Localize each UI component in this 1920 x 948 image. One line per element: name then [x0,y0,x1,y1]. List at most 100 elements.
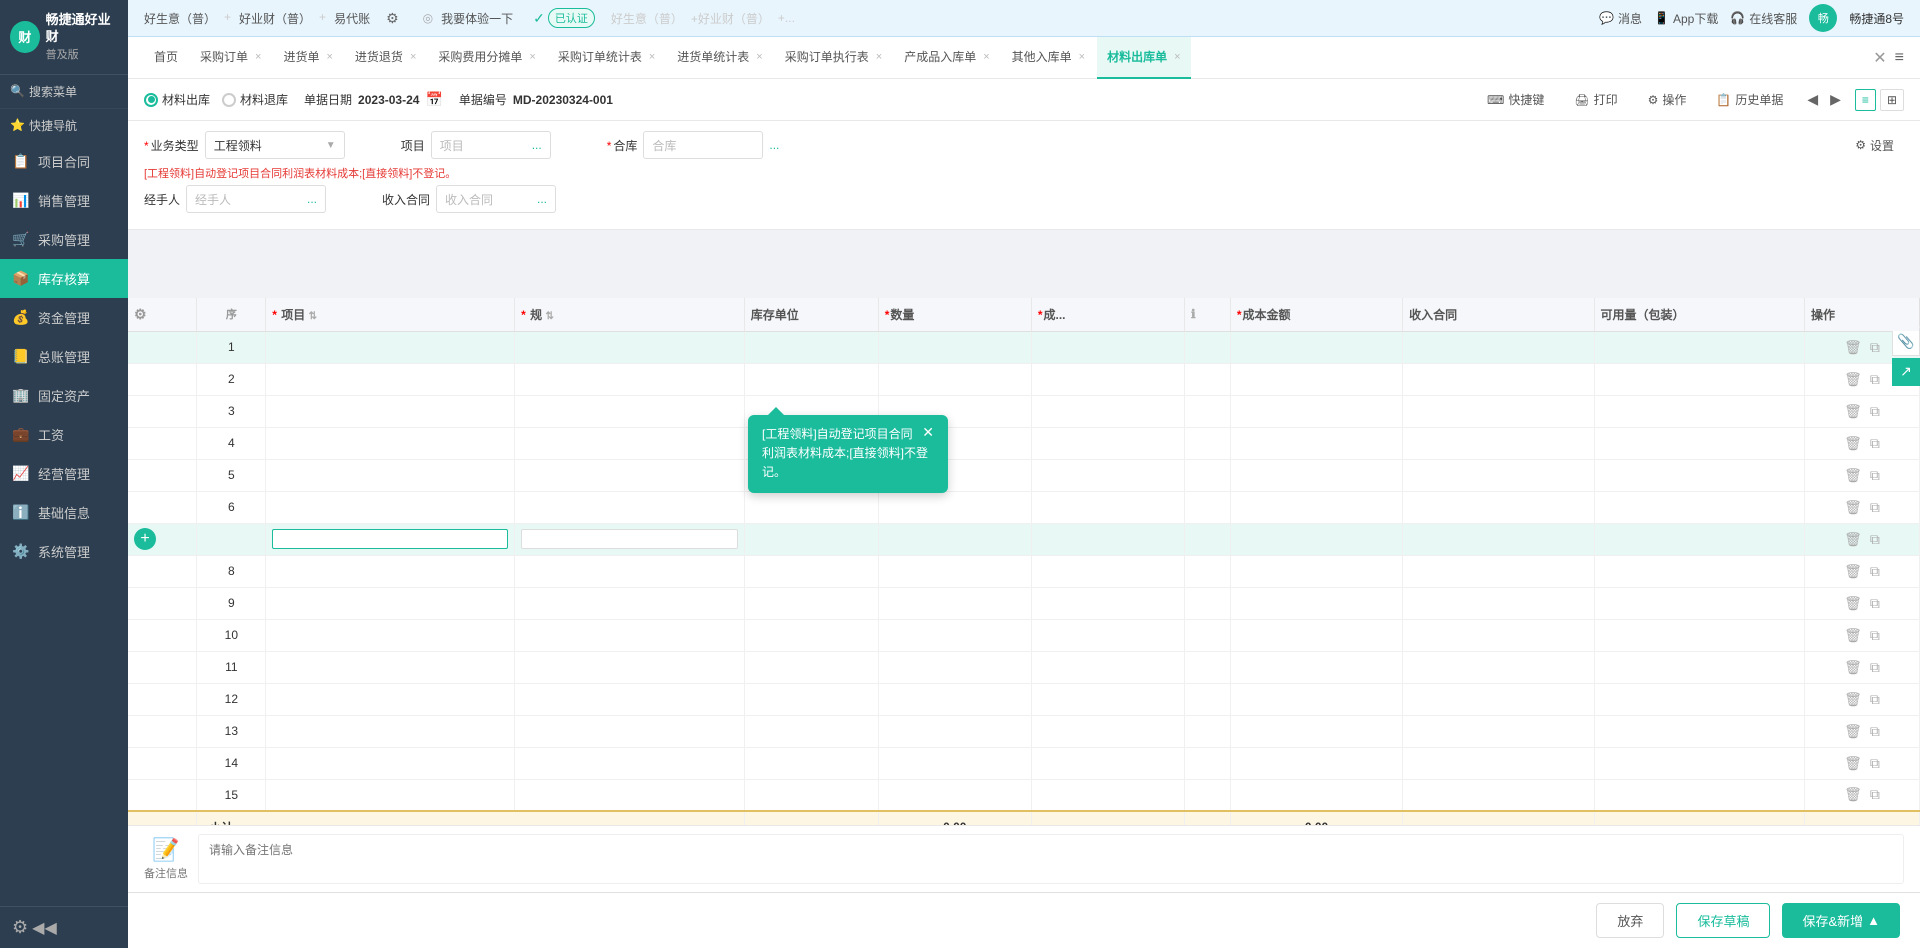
tab-close[interactable]: × [326,51,332,63]
settings-gear-icon[interactable]: ⚙ [386,10,399,27]
sidebar-item-ledger[interactable]: 📒 总账管理 [0,337,128,376]
delete-row-icon[interactable]: 🗑 [1842,401,1864,422]
tab-purchase-expense[interactable]: 采购费用分摊单× [428,37,545,79]
add-spec-cell[interactable] [515,523,745,555]
tab-close[interactable]: × [1174,51,1180,63]
tab-other-inbound[interactable]: 其他入库单× [1002,37,1095,79]
delete-row-icon[interactable]: 🗑 [1842,625,1864,646]
warehouse-link[interactable]: ... [769,138,779,152]
shortcut-btn[interactable]: ⌨ 快捷键 [1477,87,1554,112]
tab-close[interactable]: × [649,51,655,63]
col-item[interactable]: * 项目 ⇅ [266,298,515,332]
add-row-btn[interactable]: + [134,528,156,550]
info-icon[interactable]: ℹ [1191,307,1196,321]
tab-purchase-order[interactable]: 采购订单× [190,37,271,79]
side-icon-attach[interactable]: 📎 [1892,328,1920,356]
row-item[interactable] [266,331,515,363]
tab-inbound-stats[interactable]: 进货单统计表× [667,37,772,79]
next-arrow[interactable]: ▶ [1826,89,1845,110]
delete-row-icon[interactable]: 🗑 [1842,337,1864,358]
tab-inbound[interactable]: 进货单× [273,37,342,79]
tab-close[interactable]: × [255,51,261,63]
radio-material-return[interactable]: 材料退库 [222,91,288,108]
online-service-btn[interactable]: 🎧 在线客服 [1730,10,1797,27]
spec-input[interactable] [521,340,738,354]
add-item-cell[interactable] [266,523,515,555]
sidebar-item-system[interactable]: ⚙️ 系统管理 [0,532,128,571]
tab-close[interactable]: × [756,51,762,63]
row-spec[interactable] [515,331,745,363]
delete-row-icon[interactable]: 🗑 [1842,369,1864,390]
print-btn[interactable]: 🖨 打印 [1564,87,1627,112]
view-grid-btn[interactable]: ⊞ [1880,89,1904,111]
prev-arrow[interactable]: ◀ [1803,89,1822,110]
view-list-btn[interactable]: ≡ [1855,89,1876,111]
delete-row-icon[interactable]: 🗑 [1842,721,1864,742]
copy-row-icon[interactable]: ⧉ [1868,561,1882,582]
copy-row-icon[interactable]: ⧉ [1868,593,1882,614]
tab-close[interactable]: × [410,51,416,63]
copy-row-icon[interactable]: ⧉ [1868,625,1882,646]
copy-row-icon[interactable]: ⧉ [1868,337,1882,358]
tooltip-close-btn[interactable]: ✕ [922,425,934,439]
delete-row-icon[interactable]: 🗑 [1842,593,1864,614]
copy-row-icon[interactable]: ⧉ [1868,369,1882,390]
tab-inbound-return[interactable]: 进货退货× [345,37,426,79]
tab-material-outbound[interactable]: 材料出库单 × [1097,37,1190,79]
add-item-input[interactable] [272,529,508,549]
copy-row-icon[interactable]: ⧉ [1868,784,1882,805]
copy-row-icon[interactable]: ⧉ [1868,529,1882,550]
ann-tab-business[interactable]: 好生意（普） [144,10,216,27]
side-icon-export[interactable]: ↗ [1892,358,1920,386]
delete-row-icon[interactable]: 🗑 [1842,689,1864,710]
delete-row-icon[interactable]: 🗑 [1842,497,1864,518]
sidebar-item-inventory[interactable]: 📦 库存核算 [0,259,128,298]
ann-tab-agency[interactable]: 易代账 [334,10,370,27]
sidebar-item-baseinfo[interactable]: ℹ️ 基础信息 [0,493,128,532]
delete-row-icon[interactable]: 🗑 [1842,784,1864,805]
notes-input[interactable] [198,834,1904,884]
tab-purchase-stats[interactable]: 采购订单统计表× [548,37,665,79]
form-settings-btn[interactable]: ⚙ 设置 [1845,133,1904,158]
settings-icon[interactable]: ⚙ [12,917,28,938]
tab-finished-goods[interactable]: 产成品入库单× [894,37,999,79]
copy-row-icon[interactable]: ⧉ [1868,497,1882,518]
user-avatar[interactable]: 畅 [1809,4,1837,32]
delete-row-icon[interactable]: 🗑 [1842,561,1864,582]
discard-btn[interactable]: 放弃 [1596,903,1664,938]
copy-row-icon[interactable]: ⧉ [1868,401,1882,422]
copy-row-icon[interactable]: ⧉ [1868,433,1882,454]
delete-row-icon[interactable]: 🗑 [1842,465,1864,486]
radio-material-out[interactable]: 材料出库 [144,91,210,108]
sort-icon[interactable]: ⇅ [309,311,317,322]
message-btn[interactable]: 💬 消息 [1599,10,1642,27]
income-contract-select[interactable]: 收入合同 ... [436,185,556,213]
tab-purchase-exec[interactable]: 采购订单执行表× [775,37,892,79]
history-btn[interactable]: 📋 历史单据 [1706,87,1793,112]
col-spec[interactable]: * 规 ⇅ [515,298,745,332]
table-gear-icon[interactable]: ⚙ [134,306,147,322]
add-spec-input[interactable] [521,529,738,549]
save-new-btn[interactable]: 保存&新增 ▲ [1782,903,1900,938]
handler-select[interactable]: 经手人 ... [186,185,326,213]
tab-close[interactable]: × [529,51,535,63]
sidebar-item-purchase[interactable]: 🛒 采购管理 [0,220,128,259]
search-menu[interactable]: 🔍 搜索菜单 [0,75,128,109]
ann-tab-finance[interactable]: 好业财（普） [239,10,311,27]
tab-close[interactable]: × [1079,51,1085,63]
save-draft-btn[interactable]: 保存草稿 [1676,903,1770,938]
copy-row-icon[interactable]: ⧉ [1868,689,1882,710]
close-tab-icon[interactable]: ✕ [1873,48,1886,68]
sort-icon[interactable]: ⇅ [545,311,553,322]
copy-row-icon[interactable]: ⧉ [1868,721,1882,742]
copy-row-icon[interactable]: ⧉ [1868,465,1882,486]
sidebar-item-project[interactable]: 📋 项目合同 [0,142,128,181]
delete-row-icon[interactable]: 🗑 [1842,529,1864,550]
tab-close[interactable]: × [876,51,882,63]
warehouse-select[interactable]: 合库 [643,131,763,159]
copy-row-icon[interactable]: ⧉ [1868,753,1882,774]
sidebar-item-salary[interactable]: 💼 工资 [0,415,128,454]
project-select[interactable]: 项目 ... [431,131,551,159]
collapse-icon[interactable]: ◀◀ [32,918,57,938]
sidebar-item-operations[interactable]: 📈 经营管理 [0,454,128,493]
